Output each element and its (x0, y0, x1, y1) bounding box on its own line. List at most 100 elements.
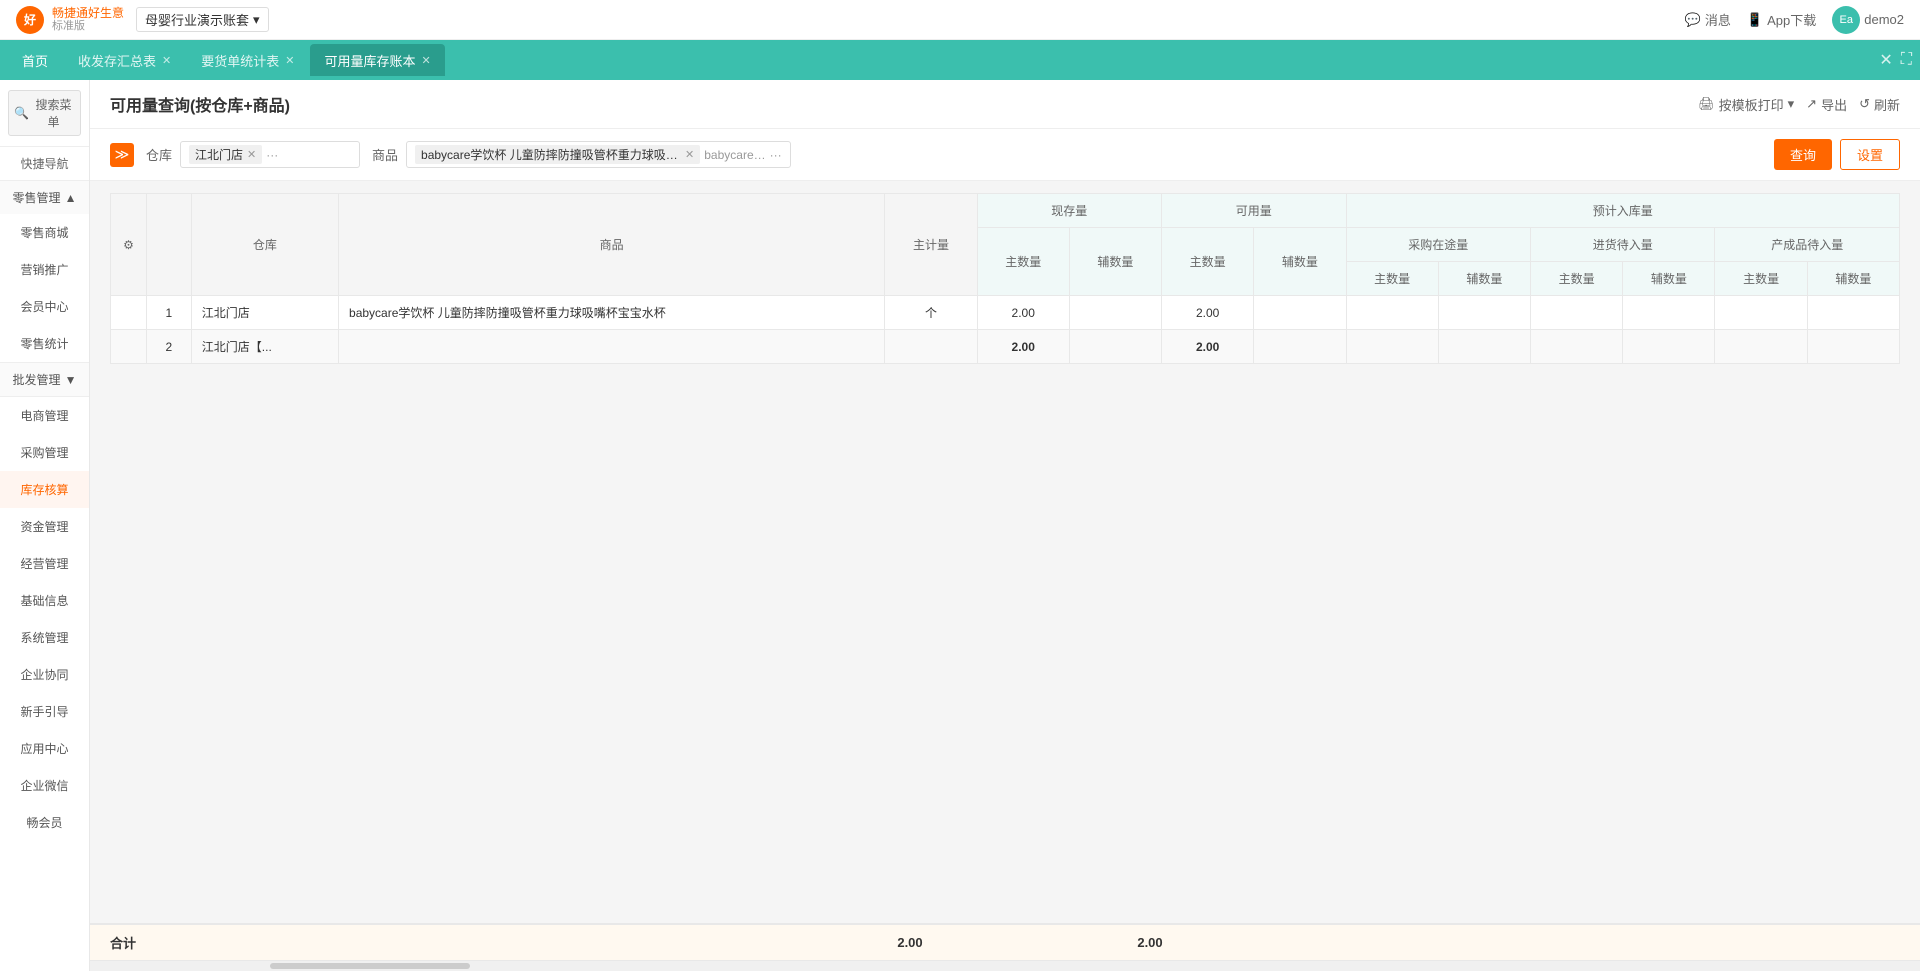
message-button[interactable]: 💬 消息 (1685, 10, 1731, 29)
close-icon[interactable]: ✕ (285, 54, 294, 67)
sidebar-item-批发管理[interactable]: 批发管理 ▼ (0, 363, 89, 396)
th-available-qty: 可用量 (1162, 194, 1346, 228)
footer-available-main: 2.00 (1090, 935, 1210, 950)
th-current-main: 主数量 (977, 228, 1069, 296)
row-incoming-aux (1623, 296, 1715, 330)
refresh-icon: ↺ (1859, 96, 1870, 112)
message-icon: 💬 (1685, 12, 1701, 28)
data-table: ⚙ 仓库 商品 主计量 现存量 可用量 预计入库量 主数量 辅数量 主数量 (110, 193, 1900, 364)
query-button[interactable]: 查询 (1774, 139, 1832, 170)
th-available-aux: 辅数量 (1254, 228, 1346, 296)
row-available-aux (1254, 296, 1346, 330)
th-incoming: 进货待入量 (1530, 228, 1714, 262)
settings-button[interactable]: 设置 (1840, 139, 1900, 170)
logo-area: 好 畅捷通好生意 标准版 (16, 6, 124, 34)
close-icon[interactable]: ✕ (162, 54, 171, 67)
tab-要货单统计表[interactable]: 要货单统计表 ✕ (187, 44, 308, 76)
th-main-unit: 主计量 (885, 194, 977, 296)
industry-selector[interactable]: 母婴行业演示账套 ▾ (136, 7, 269, 32)
th-current-aux: 辅数量 (1069, 228, 1161, 296)
tab-可用量库存账本[interactable]: 可用量库存账本 ✕ (310, 44, 444, 76)
remove-warehouse-icon[interactable]: ✕ (247, 148, 256, 161)
scroll-thumb[interactable] (270, 963, 470, 969)
sidebar: 🔍 搜索菜单 快捷导航 零售管理 ▲ 零售商城 营销推广 会员中心 零售统计 (0, 80, 90, 971)
close-all-icon[interactable]: ✕ (1879, 50, 1892, 70)
product-more-tag: babycare… (704, 148, 765, 162)
nav-tabs: 首页 收发存汇总表 ✕ 要货单统计表 ✕ 可用量库存账本 ✕ ✕ ⛶ (0, 40, 1920, 80)
filter-bar: ≫ 仓库 江北门店 ✕ ··· 商品 babycare学饮杯 儿童防摔防撞吸管杯… (90, 129, 1920, 181)
warehouse-filter-group: 仓库 江北门店 ✕ ··· (146, 141, 360, 168)
sidebar-item-会员中心[interactable]: 会员中心 (0, 288, 89, 325)
logo-icon: 好 (16, 6, 44, 34)
sidebar-item-新手引导[interactable]: 新手引导 (0, 693, 89, 730)
sidebar-item-系统管理[interactable]: 系统管理 (0, 619, 89, 656)
sidebar-item-资金管理[interactable]: 资金管理 (0, 508, 89, 545)
th-purchase-main: 主数量 (1346, 262, 1438, 296)
chevron-down-icon: ▼ (65, 373, 77, 387)
tab-home[interactable]: 首页 (8, 44, 62, 76)
warehouse-input[interactable]: 江北门店 ✕ ··· (180, 141, 360, 168)
tab-收发存汇总表[interactable]: 收发存汇总表 ✕ (64, 44, 185, 76)
row-settings (111, 296, 147, 330)
row-current-main: 2.00 (977, 330, 1069, 364)
sidebar-item-零售管理[interactable]: 零售管理 ▲ (0, 181, 89, 214)
th-index (147, 194, 192, 296)
more-options-icon[interactable]: ··· (266, 148, 278, 162)
print-template-button[interactable]: 🖨 按模板打印 ▾ (1698, 95, 1794, 114)
sidebar-item-营销推广[interactable]: 营销推广 (0, 251, 89, 288)
horizontal-scrollbar[interactable] (90, 961, 1920, 971)
row-purchase-aux (1438, 330, 1530, 364)
row-available-main: 2.00 (1162, 330, 1254, 364)
th-available-main: 主数量 (1162, 228, 1254, 296)
refresh-button[interactable]: ↺ 刷新 (1859, 95, 1900, 114)
filter-expand-button[interactable]: ≫ (110, 143, 134, 167)
settings-icon[interactable]: ⚙ (123, 238, 134, 252)
row-settings (111, 330, 147, 364)
print-icon: 🖨 (1698, 96, 1715, 112)
th-current-stock: 现存量 (977, 194, 1161, 228)
row-purchase-aux (1438, 296, 1530, 330)
row-main-unit: 个 (885, 296, 977, 330)
row-product-aux (1807, 296, 1899, 330)
table-row: 1 江北门店 babycare学饮杯 儿童防摔防撞吸管杯重力球吸嘴杯宝宝水杯 个… (111, 296, 1900, 330)
th-warehouse: 仓库 (191, 194, 338, 296)
export-icon: ↗ (1806, 96, 1817, 112)
app-download-button[interactable]: 📱 App下载 (1747, 10, 1816, 29)
avatar: Ea (1832, 6, 1860, 34)
fullscreen-icon[interactable]: ⛶ (1901, 51, 1912, 69)
page-title: 可用量查询(按仓库+商品) (110, 92, 290, 116)
logo-text: 畅捷通好生意 标准版 (52, 6, 124, 34)
remove-product-icon[interactable]: ✕ (685, 148, 694, 161)
chevron-down-icon: ▾ (1788, 96, 1795, 112)
sidebar-section-批发管理: 批发管理 ▼ (0, 363, 89, 397)
row-product-main (1715, 296, 1807, 330)
sidebar-item-企业协同[interactable]: 企业协同 (0, 656, 89, 693)
more-products-icon[interactable]: ··· (770, 148, 782, 162)
sidebar-item-电商管理[interactable]: 电商管理 (0, 397, 89, 434)
export-button[interactable]: ↗ 导出 (1806, 95, 1847, 114)
user-menu[interactable]: Ea demo2 (1832, 6, 1904, 34)
row-purchase-main (1346, 296, 1438, 330)
top-bar-right: 💬 消息 📱 App下载 Ea demo2 (1685, 6, 1904, 34)
search-menu-button[interactable]: 🔍 搜索菜单 (8, 90, 81, 136)
sidebar-item-畅会员[interactable]: 畅会员 (0, 804, 89, 841)
sidebar-item-库存核算[interactable]: 库存核算 (0, 471, 89, 508)
close-icon[interactable]: ✕ (422, 54, 431, 67)
sidebar-item-采购管理[interactable]: 采购管理 (0, 434, 89, 471)
table-container: ⚙ 仓库 商品 主计量 现存量 可用量 预计入库量 主数量 辅数量 主数量 (90, 181, 1920, 923)
sidebar-item-基础信息[interactable]: 基础信息 (0, 582, 89, 619)
sidebar-item-经营管理[interactable]: 经营管理 (0, 545, 89, 582)
sidebar-item-零售商城[interactable]: 零售商城 (0, 214, 89, 251)
sidebar-item-零售统计[interactable]: 零售统计 (0, 325, 89, 362)
row-incoming-main (1530, 296, 1622, 330)
sidebar-item-应用中心[interactable]: 应用中心 (0, 730, 89, 767)
sidebar-item-企业微信[interactable]: 企业微信 (0, 767, 89, 804)
quick-nav-button[interactable]: 快捷导航 (0, 147, 89, 181)
row-incoming-aux (1623, 330, 1715, 364)
row-index: 2 (147, 330, 192, 364)
filter-actions: 查询 设置 (1774, 139, 1900, 170)
download-icon: 📱 (1747, 12, 1763, 28)
chevron-up-icon: ▲ (65, 191, 77, 205)
sidebar-section-零售管理: 零售管理 ▲ 零售商城 营销推广 会员中心 零售统计 (0, 181, 89, 363)
product-input[interactable]: babycare学饮杯 儿童防摔防撞吸管杯重力球吸嘴杯宝宝水杯 ✕ babyca… (406, 141, 791, 168)
